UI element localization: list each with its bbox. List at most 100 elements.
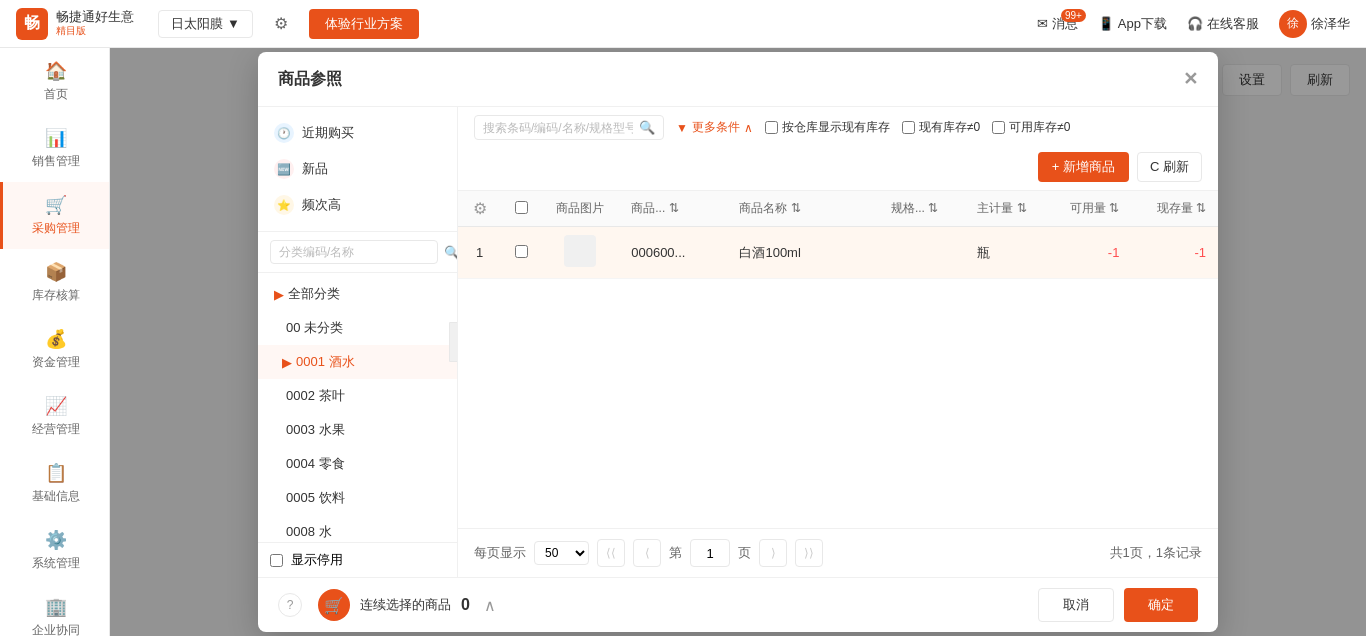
th-avail[interactable]: 可用量 ⇅ [1045,191,1132,227]
th-spec[interactable]: 规格... ⇅ [879,191,966,227]
quick-recent[interactable]: 🕐 近期购买 [258,115,457,151]
product-table-wrap: ⚙ 商品图片 商品... ⇅ [458,191,1218,528]
quick-access: 🕐 近期购买 🆕 新品 ⭐ 频次高 [258,107,457,232]
th-code[interactable]: 商品... ⇅ [619,191,727,227]
home-icon: 🏠 [45,60,67,82]
table-row[interactable]: 1 000600... 白酒100ml [458,227,1218,279]
category-search-icon[interactable]: 🔍 [444,245,458,260]
modal-title: 商品参照 [278,69,342,90]
collapse-icon: 《 [452,335,458,349]
category-all[interactable]: ▶ 全部分类 [258,277,457,311]
category-search-input[interactable] [270,240,438,264]
row-name: 白酒100ml [727,227,878,279]
stock-nonzero-check[interactable]: 现有库存≠0 [902,119,980,136]
th-name[interactable]: 商品名称 ⇅ [727,191,878,227]
row-avail: -1 [1045,227,1132,279]
add-product-button[interactable]: + 新增商品 [1038,152,1129,182]
next-page-button[interactable]: ⟩ [759,539,787,567]
collapse-cart-icon[interactable]: ∧ [484,596,496,615]
topbar: 畅 畅捷通好生意 精目版 日太阳膜 ▼ ⚙ 体验行业方案 ✉ 消息 99+ 📱 … [0,0,1366,48]
category-0005[interactable]: 0005 饮料 [258,481,457,515]
th-unit[interactable]: 主计量 ⇅ [965,191,1044,227]
th-stock[interactable]: 现存量 ⇅ [1131,191,1218,227]
select-all-checkbox[interactable] [515,201,528,214]
modal-close-button[interactable]: ✕ [1183,68,1198,90]
quick-freq[interactable]: ⭐ 频次高 [258,187,457,223]
show-disabled-checkbox[interactable] [270,554,283,567]
by-warehouse-check[interactable]: 按仓库显示现有库存 [765,119,890,136]
nav-selector[interactable]: 日太阳膜 ▼ [158,10,253,38]
page-label: 第 [669,544,682,562]
product-table: ⚙ 商品图片 商品... ⇅ [458,191,1218,279]
settings-icon[interactable]: ⚙ [265,8,297,40]
category-label-0004: 0004 零食 [286,455,345,473]
category-0002[interactable]: 0002 茶叶 [258,379,457,413]
sidebar-item-system[interactable]: ⚙️ 系统管理 [0,517,109,584]
category-0004[interactable]: 0004 零食 [258,447,457,481]
phone-icon: 📱 [1098,16,1114,31]
confirm-button[interactable]: 确定 [1124,588,1198,622]
quick-new[interactable]: 🆕 新品 [258,151,457,187]
user-area[interactable]: 徐 徐泽华 [1279,10,1350,38]
trial-button[interactable]: 体验行业方案 [309,9,419,39]
th-settings[interactable]: ⚙ [458,191,501,227]
modal-body: 🕐 近期购买 🆕 新品 ⭐ 频次高 [258,107,1218,577]
category-00[interactable]: 00 未分类 [258,311,457,345]
more-conditions-button[interactable]: ▼ 更多条件 ∧ [676,119,753,136]
sidebar-label-finance: 资金管理 [32,354,80,371]
row-check[interactable] [501,227,541,279]
freq-icon: ⭐ [274,195,294,215]
product-search-icon[interactable]: 🔍 [639,120,655,135]
continuous-label: 连续选择的商品 [360,596,451,614]
row-spec [879,227,966,279]
avail-nonzero-checkbox[interactable] [992,121,1005,134]
online-service-item[interactable]: 🎧 在线客服 [1187,15,1259,33]
category-caret-all: ▶ [274,287,284,302]
th-select-all[interactable] [501,191,541,227]
collapse-panel-button[interactable]: 《 [449,322,458,362]
sidebar-item-basic-info[interactable]: 📋 基础信息 [0,450,109,517]
sidebar-label-system: 系统管理 [32,555,80,572]
sales-icon: 📊 [45,127,67,149]
category-0001[interactable]: ▶ 0001 酒水 [258,345,457,379]
stock-nonzero-checkbox[interactable] [902,121,915,134]
modal-left-panel: 🕐 近期购买 🆕 新品 ⭐ 频次高 [258,107,458,577]
by-warehouse-checkbox[interactable] [765,121,778,134]
product-search-input[interactable] [483,121,633,135]
row-checkbox[interactable] [515,245,528,258]
app-download-item[interactable]: 📱 App下载 [1098,15,1167,33]
refresh-button[interactable]: C 刷新 [1137,152,1202,182]
sidebar-item-purchase[interactable]: 🛒 采购管理 [0,182,109,249]
sidebar-item-enterprise[interactable]: 🏢 企业协同 [0,584,109,636]
sidebar-item-finance[interactable]: 💰 资金管理 [0,316,109,383]
cancel-button[interactable]: 取消 [1038,588,1114,622]
prev-page-button[interactable]: ⟨ [633,539,661,567]
avail-nonzero-check[interactable]: 可用库存≠0 [992,119,1070,136]
first-page-button[interactable]: ⟨⟨ [597,539,625,567]
sidebar-item-home[interactable]: 🏠 首页 [0,48,109,115]
messages-item[interactable]: ✉ 消息 99+ [1037,15,1078,33]
modal-footer-left: 显示停用 [258,542,457,577]
sidebar-item-sales[interactable]: 📊 销售管理 [0,115,109,182]
modal-overlay: 商品参照 ✕ 🕐 近期购买 🆕 [110,48,1366,636]
sidebar-item-inventory[interactable]: 📦 库存核算 [0,249,109,316]
sidebar: 🏠 首页 📊 销售管理 🛒 采购管理 📦 库存核算 💰 资金管理 📈 经营管理 … [0,48,110,636]
category-0008[interactable]: 0008 水 [258,515,457,542]
search-input-wrap: 🔍 [474,115,664,140]
sidebar-label-purchase: 采购管理 [32,220,80,237]
filter-bar-right: + 新增商品 C 刷新 [1038,152,1202,182]
category-label-0002: 0002 茶叶 [286,387,345,405]
category-label-0008: 0008 水 [286,523,332,541]
sidebar-label-home: 首页 [44,86,68,103]
last-page-button[interactable]: ⟩⟩ [795,539,823,567]
filter-bar: 🔍 ▼ 更多条件 ∧ 按仓库显示现有库存 [458,107,1218,191]
help-icon[interactable]: ? [278,593,302,617]
sidebar-item-business[interactable]: 📈 经营管理 [0,383,109,450]
per-page-select[interactable]: 10 20 50 100 [534,541,589,565]
recent-icon: 🕐 [274,123,294,143]
category-0003[interactable]: 0003 水果 [258,413,457,447]
page-suffix: 页 [738,544,751,562]
cart-icon[interactable]: 🛒 [318,589,350,621]
new-icon: 🆕 [274,159,294,179]
page-number-input[interactable] [690,539,730,567]
